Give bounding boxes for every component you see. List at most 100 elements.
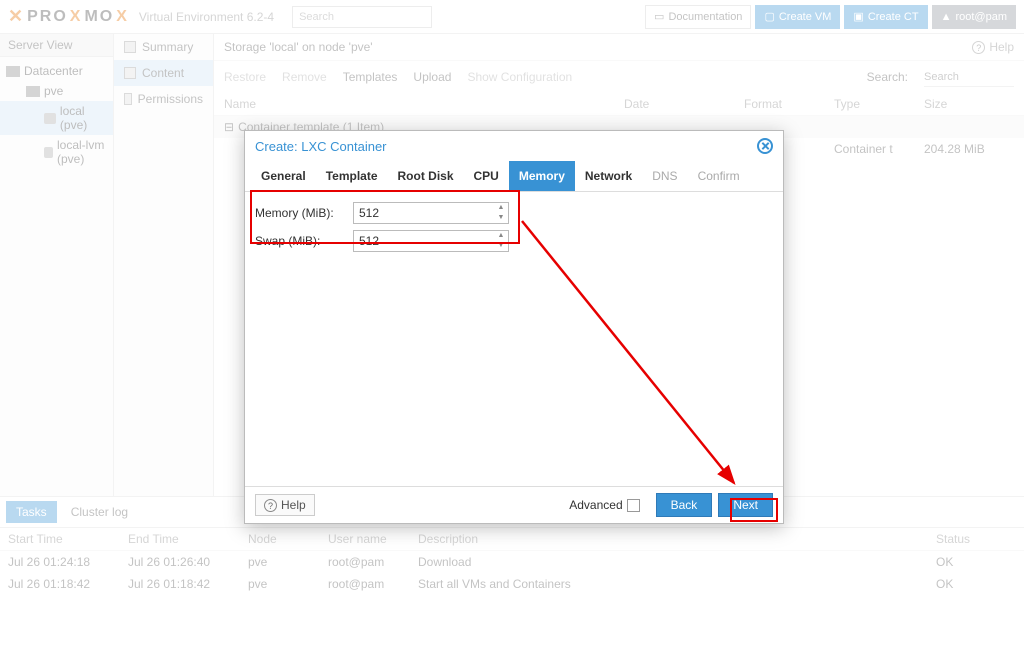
row-type: Container t bbox=[834, 142, 924, 156]
tree-datacenter-label: Datacenter bbox=[24, 64, 83, 78]
tree-node-pve[interactable]: pve bbox=[0, 81, 113, 101]
col-user[interactable]: User name bbox=[328, 532, 418, 546]
datacenter-icon bbox=[6, 66, 20, 77]
cube-icon: ▣ bbox=[853, 10, 863, 23]
close-icon[interactable] bbox=[757, 138, 773, 154]
create-vm-button[interactable]: ▢ Create VM bbox=[755, 5, 840, 29]
col-end-time[interactable]: End Time bbox=[128, 532, 248, 546]
sn-permissions-label: Permissions bbox=[138, 92, 203, 106]
tree-storage-local[interactable]: local (pve) bbox=[0, 101, 113, 135]
help-button[interactable]: ? Help bbox=[255, 494, 315, 516]
content-title-bar: Storage 'local' on node 'pve' ?Help bbox=[214, 34, 1024, 61]
tab-template[interactable]: Template bbox=[316, 161, 388, 191]
tb-show-config[interactable]: Show Configuration bbox=[467, 70, 572, 84]
documentation-button[interactable]: ▭Documentation bbox=[645, 5, 751, 29]
tab-confirm: Confirm bbox=[688, 161, 750, 191]
tree-node-label: pve bbox=[44, 84, 63, 98]
task-status: OK bbox=[936, 555, 1016, 569]
task-user: root@pam bbox=[328, 577, 418, 591]
col-start-time[interactable]: Start Time bbox=[8, 532, 128, 546]
sidebar-title: Server View bbox=[0, 34, 113, 57]
sub-nav: Summary Content Permissions bbox=[114, 34, 214, 496]
help-icon: ? bbox=[264, 499, 277, 512]
advanced-checkbox[interactable] bbox=[627, 499, 640, 512]
content-help-label: Help bbox=[989, 40, 1014, 54]
col-description[interactable]: Description bbox=[418, 532, 936, 546]
create-ct-button[interactable]: ▣ Create CT bbox=[844, 5, 927, 29]
col-size[interactable]: Size bbox=[924, 97, 1014, 111]
tb-templates[interactable]: Templates bbox=[343, 70, 398, 84]
col-status[interactable]: Status bbox=[936, 532, 1016, 546]
version-text: Virtual Environment 6.2-4 bbox=[139, 10, 274, 24]
task-desc: Download bbox=[418, 555, 936, 569]
modal-title: Create: LXC Container bbox=[255, 139, 387, 154]
logo-text-pre: PRO bbox=[27, 8, 68, 26]
task-user: root@pam bbox=[328, 555, 418, 569]
wizard-tabs: General Template Root Disk CPU Memory Ne… bbox=[245, 161, 783, 192]
create-vm-label: Create VM bbox=[779, 11, 832, 23]
tab-cpu[interactable]: CPU bbox=[464, 161, 509, 191]
help-icon: ? bbox=[972, 41, 985, 54]
server-icon bbox=[26, 86, 40, 97]
task-start: Jul 26 01:18:42 bbox=[8, 577, 128, 591]
annotation-highlight-fields bbox=[250, 190, 520, 244]
content-toolbar: Restore Remove Templates Upload Show Con… bbox=[214, 61, 1024, 93]
global-search-input[interactable]: Search bbox=[292, 6, 432, 28]
user-label: root@pam bbox=[955, 11, 1007, 23]
task-start: Jul 26 01:24:18 bbox=[8, 555, 128, 569]
logo-text-x: X bbox=[70, 8, 83, 26]
col-node[interactable]: Node bbox=[248, 532, 328, 546]
create-ct-label: Create CT bbox=[868, 11, 919, 23]
logo-text-post: MO bbox=[84, 8, 114, 26]
sn-summary[interactable]: Summary bbox=[114, 34, 213, 60]
task-status: OK bbox=[936, 577, 1016, 591]
logo-text-x2: X bbox=[116, 8, 127, 26]
sn-permissions[interactable]: Permissions bbox=[114, 86, 213, 112]
help-label: Help bbox=[281, 498, 306, 512]
wizard-footer: ?Help Advanced Back Next bbox=[245, 486, 783, 523]
expand-icon: ⊟ bbox=[224, 120, 234, 134]
permissions-icon bbox=[124, 93, 132, 105]
logo-icon: ✕ bbox=[8, 6, 25, 27]
back-button[interactable]: Back bbox=[656, 493, 713, 517]
sn-content-label: Content bbox=[142, 66, 184, 80]
task-desc: Start all VMs and Containers bbox=[418, 577, 936, 591]
sn-content[interactable]: Content bbox=[114, 60, 213, 86]
monitor-icon: ▢ bbox=[764, 10, 774, 23]
task-row[interactable]: Jul 26 01:24:18 Jul 26 01:26:40 pve root… bbox=[0, 551, 1024, 573]
tb-restore[interactable]: Restore bbox=[224, 70, 266, 84]
summary-icon bbox=[124, 41, 136, 53]
col-format[interactable]: Format bbox=[744, 97, 834, 111]
content-search-input[interactable] bbox=[924, 67, 1014, 87]
tab-root-disk[interactable]: Root Disk bbox=[388, 161, 464, 191]
task-node: pve bbox=[248, 577, 328, 591]
storage-icon bbox=[44, 147, 53, 158]
modal-title-bar: Create: LXC Container bbox=[245, 131, 783, 161]
tb-upload[interactable]: Upload bbox=[413, 70, 451, 84]
tb-remove[interactable]: Remove bbox=[282, 70, 327, 84]
tab-memory[interactable]: Memory bbox=[509, 161, 575, 191]
user-menu-button[interactable]: ▲root@pam bbox=[932, 5, 1016, 29]
storage-icon bbox=[44, 113, 56, 124]
tree-datacenter[interactable]: Datacenter bbox=[0, 61, 113, 81]
user-icon: ▲ bbox=[941, 11, 952, 23]
tab-network[interactable]: Network bbox=[575, 161, 642, 191]
tab-tasks[interactable]: Tasks bbox=[6, 501, 57, 523]
tree-storage-local-label: local (pve) bbox=[60, 104, 107, 132]
col-date[interactable]: Date bbox=[624, 97, 744, 111]
advanced-label: Advanced bbox=[569, 498, 622, 512]
book-icon: ▭ bbox=[654, 10, 664, 23]
tree-storage-local-lvm[interactable]: local-lvm (pve) bbox=[0, 135, 113, 169]
tree-storage-local-lvm-label: local-lvm (pve) bbox=[57, 138, 107, 166]
task-end: Jul 26 01:26:40 bbox=[128, 555, 248, 569]
tab-cluster-log[interactable]: Cluster log bbox=[61, 501, 138, 523]
resource-tree: Datacenter pve local (pve) local-lvm (pv… bbox=[0, 57, 113, 173]
task-node: pve bbox=[248, 555, 328, 569]
col-type[interactable]: Type bbox=[834, 97, 924, 111]
annotation-highlight-next bbox=[730, 498, 778, 522]
tab-general[interactable]: General bbox=[251, 161, 316, 191]
col-name[interactable]: Name bbox=[224, 97, 624, 111]
task-row[interactable]: Jul 26 01:18:42 Jul 26 01:18:42 pve root… bbox=[0, 573, 1024, 595]
content-help-button[interactable]: ? Help bbox=[972, 40, 1014, 54]
tab-dns: DNS bbox=[642, 161, 687, 191]
